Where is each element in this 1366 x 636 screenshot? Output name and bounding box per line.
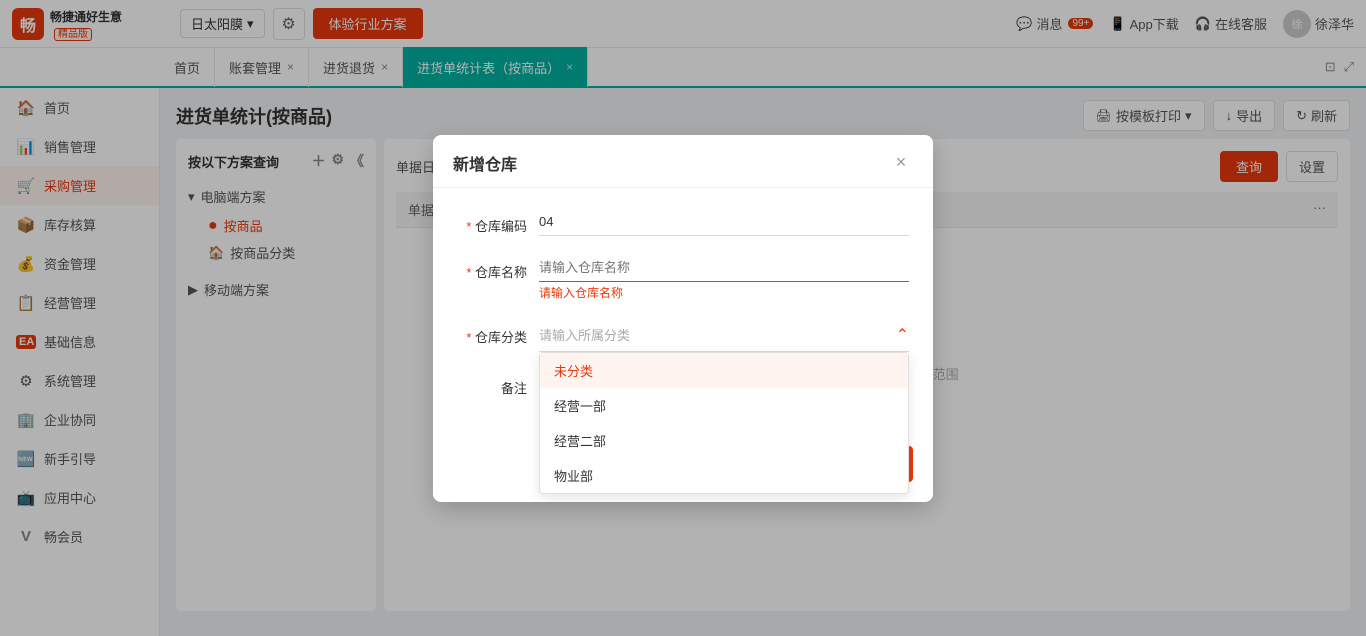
category-placeholder: 请输入所属分类 — [539, 325, 896, 344]
dialog-header: 新增仓库 × — [433, 135, 933, 188]
code-label: 仓库编码 — [457, 208, 527, 235]
dropdown-item-dept1[interactable]: 经营一部 — [540, 388, 908, 423]
category-field: 请输入所属分类 ⌃ 未分类 经营一部 经营二部 物业部 — [539, 319, 909, 352]
dropdown-item-property[interactable]: 物业部 — [540, 458, 908, 493]
category-select[interactable]: 请输入所属分类 ⌃ — [539, 319, 909, 352]
dialog-title: 新增仓库 — [453, 151, 517, 175]
category-dropdown: 未分类 经营一部 经营二部 物业部 — [539, 352, 909, 494]
name-input[interactable] — [539, 254, 909, 282]
dropdown-item-unclassified[interactable]: 未分类 — [540, 353, 908, 388]
field-code-row: 仓库编码 — [457, 208, 909, 236]
field-category-row: 仓库分类 请输入所属分类 ⌃ 未分类 经营一部 经营二部 物业部 — [457, 319, 909, 352]
dialog-add-warehouse: 新增仓库 × 仓库编码 仓库名称 请输入仓库名称 仓库分类 — [433, 135, 933, 502]
code-input[interactable] — [539, 208, 909, 236]
code-field — [539, 208, 909, 236]
name-label: 仓库名称 — [457, 254, 527, 281]
close-button[interactable]: × — [889, 151, 913, 175]
dropdown-item-dept2[interactable]: 经营二部 — [540, 423, 908, 458]
modal-overlay: 新增仓库 × 仓库编码 仓库名称 请输入仓库名称 仓库分类 — [0, 0, 1366, 636]
chevron-up-icon: ⌃ — [896, 325, 909, 345]
note-label: 备注 — [457, 370, 527, 397]
field-name-row: 仓库名称 请输入仓库名称 — [457, 254, 909, 301]
name-error: 请输入仓库名称 — [539, 284, 909, 301]
category-label: 仓库分类 — [457, 319, 527, 346]
dialog-body: 仓库编码 仓库名称 请输入仓库名称 仓库分类 请输入所属分类 — [433, 188, 933, 436]
name-field: 请输入仓库名称 — [539, 254, 909, 301]
